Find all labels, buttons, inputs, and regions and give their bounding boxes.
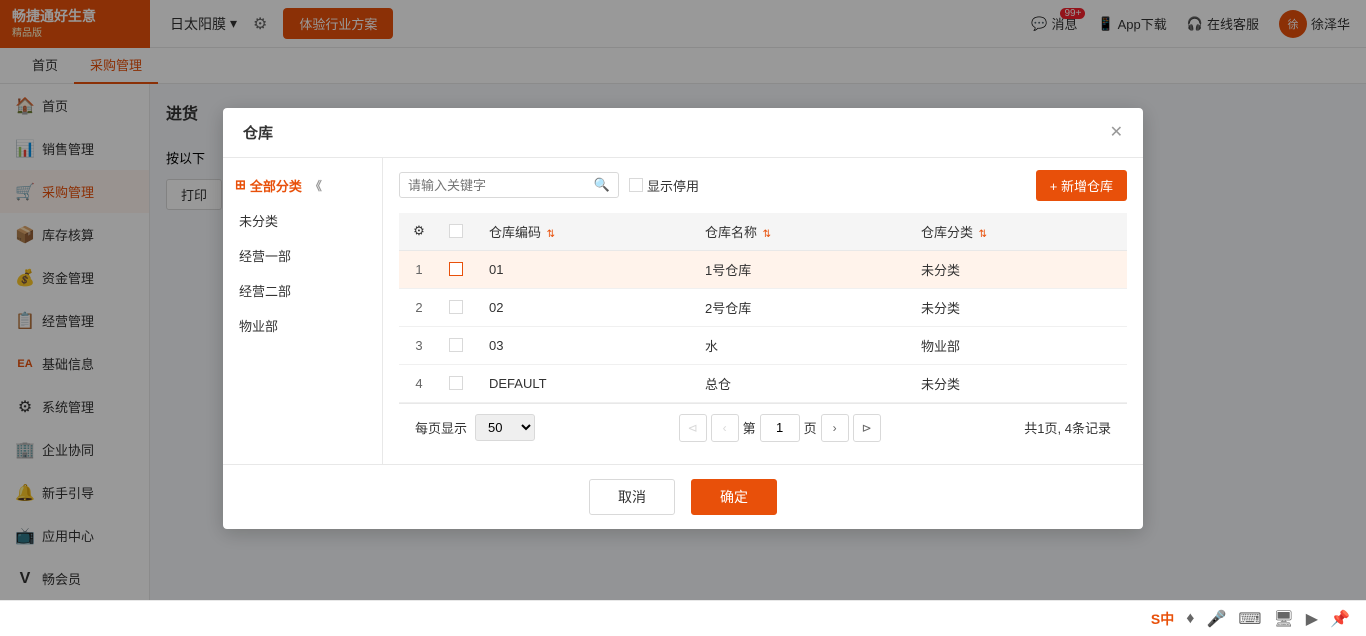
page-prefix: 第 — [743, 418, 756, 437]
grid-icon: ⊞ — [235, 177, 246, 193]
row-checkbox-2[interactable] — [439, 288, 479, 326]
warehouse-table: ⚙ 仓库编码 ⇅ 仓库名称 — [399, 213, 1127, 403]
modal-toolbar: 🔍 显示停用 + 新增仓库 — [399, 170, 1127, 201]
bottom-logo-icon[interactable]: S中 — [1151, 609, 1174, 629]
confirm-button[interactable]: 确定 — [691, 479, 777, 515]
col-category-sort-icon: ⇅ — [979, 229, 987, 240]
col-name-sort-icon: ⇅ — [763, 229, 771, 240]
bottom-monitor-icon[interactable]: 🖥 — [1273, 609, 1293, 629]
col-gear-icon: ⚙ — [413, 223, 425, 238]
table-row[interactable]: 1 01 1号仓库 未分类 — [399, 250, 1127, 288]
next-page-btn[interactable]: › — [821, 414, 849, 442]
select-all-checkbox[interactable] — [449, 224, 463, 238]
table-row[interactable]: 2 02 2号仓库 未分类 — [399, 288, 1127, 326]
modal-category-sidebar: ⊞ 全部分类 《 未分类 经营一部 经营二部 物业部 — [223, 158, 383, 464]
row-name-2: 2号仓库 — [695, 288, 911, 326]
col-checkbox — [439, 213, 479, 251]
row-num-1: 1 — [399, 250, 439, 288]
col-category-label: 仓库分类 — [921, 225, 973, 240]
category-unclassified-label: 未分类 — [239, 214, 278, 229]
table-header-row: ⚙ 仓库编码 ⇅ 仓库名称 — [399, 213, 1127, 251]
total-records: 共1页, 4条记录 — [1024, 418, 1111, 437]
modal-close-button[interactable]: ✕ — [1110, 122, 1123, 142]
category-ops-dept1[interactable]: 经营一部 — [223, 238, 382, 273]
row-category-3: 物业部 — [911, 326, 1127, 364]
show-disabled-label: 显示停用 — [647, 176, 699, 195]
row-2-checkbox[interactable] — [449, 300, 463, 314]
modal-title: 仓库 — [243, 122, 273, 143]
row-checkbox-1[interactable] — [439, 250, 479, 288]
row-category-1: 未分类 — [911, 250, 1127, 288]
table-row[interactable]: 4 DEFAULT 总仓 未分类 — [399, 364, 1127, 402]
col-gear: ⚙ — [399, 213, 439, 251]
row-category-4: 未分类 — [911, 364, 1127, 402]
row-name-1: 1号仓库 — [695, 250, 911, 288]
col-code-sort-icon: ⇅ — [547, 229, 555, 240]
search-input[interactable] — [408, 178, 588, 193]
category-unclassified[interactable]: 未分类 — [223, 203, 382, 238]
show-disabled-checkbox[interactable] — [629, 178, 643, 192]
last-page-btn[interactable]: ⊳ — [853, 414, 881, 442]
category-property-dept[interactable]: 物业部 — [223, 308, 382, 343]
row-name-4: 总仓 — [695, 364, 911, 402]
bottombar: S中 ♦ 🎤 ⌨ 🖥 ▶ 📌 — [0, 600, 1366, 636]
row-code-4: DEFAULT — [479, 364, 695, 402]
per-page-select[interactable]: 50 20 100 — [475, 414, 535, 441]
bottom-keyboard-icon[interactable]: ⌨ — [1238, 609, 1261, 629]
pagination-area: 每页显示 50 20 100 ⊲ ‹ 第 页 › ⊳ — [399, 403, 1127, 452]
row-code-1: 01 — [479, 250, 695, 288]
category-ops1-label: 经营一部 — [239, 249, 291, 264]
add-warehouse-button[interactable]: + 新增仓库 — [1036, 170, 1127, 201]
page-suffix: 页 — [804, 418, 817, 437]
bottom-mic-icon[interactable]: 🎤 — [1206, 609, 1226, 629]
col-category: 仓库分类 ⇅ — [911, 213, 1127, 251]
row-num-4: 4 — [399, 364, 439, 402]
row-num-3: 3 — [399, 326, 439, 364]
category-ops2-label: 经营二部 — [239, 284, 291, 299]
col-name-label: 仓库名称 — [705, 225, 757, 240]
row-category-2: 未分类 — [911, 288, 1127, 326]
page-number-input[interactable] — [760, 414, 800, 442]
col-code: 仓库编码 ⇅ — [479, 213, 695, 251]
category-property-label: 物业部 — [239, 319, 278, 334]
show-disabled-toggle[interactable]: 显示停用 — [629, 176, 699, 195]
row-checkbox-3[interactable] — [439, 326, 479, 364]
bottom-pin-icon[interactable]: 📌 — [1330, 609, 1350, 629]
modal-overlay: 仓库 ✕ ⊞ 全部分类 《 未分类 经营一部 经营二部 — [0, 0, 1366, 636]
col-name: 仓库名称 ⇅ — [695, 213, 911, 251]
row-num-2: 2 — [399, 288, 439, 326]
row-3-checkbox[interactable] — [449, 338, 463, 352]
search-icon[interactable]: 🔍 — [594, 177, 610, 193]
collapse-btn[interactable]: 《 — [306, 177, 326, 194]
modal-body: ⊞ 全部分类 《 未分类 经营一部 经营二部 物业部 — [223, 158, 1143, 464]
prev-page-btn[interactable]: ‹ — [711, 414, 739, 442]
warehouse-modal: 仓库 ✕ ⊞ 全部分类 《 未分类 经营一部 经营二部 — [223, 108, 1143, 529]
category-ops-dept2[interactable]: 经营二部 — [223, 273, 382, 308]
first-page-btn[interactable]: ⊲ — [679, 414, 707, 442]
modal-content: 🔍 显示停用 + 新增仓库 ⚙ — [383, 158, 1143, 464]
row-1-checkbox[interactable] — [449, 262, 463, 276]
cancel-button[interactable]: 取消 — [589, 479, 675, 515]
all-category-btn[interactable]: ⊞ 全部分类 《 — [223, 168, 382, 203]
all-category-label: 全部分类 — [250, 176, 302, 195]
search-box: 🔍 — [399, 172, 619, 198]
table-row[interactable]: 3 03 水 物业部 — [399, 326, 1127, 364]
row-code-3: 03 — [479, 326, 695, 364]
modal-header: 仓库 ✕ — [223, 108, 1143, 158]
row-code-2: 02 — [479, 288, 695, 326]
row-4-checkbox[interactable] — [449, 376, 463, 390]
modal-action-buttons: 取消 确定 — [223, 464, 1143, 529]
bottom-diamond-icon[interactable]: ♦ — [1186, 610, 1194, 628]
per-page-label: 每页显示 — [415, 418, 467, 437]
col-code-label: 仓库编码 — [489, 225, 541, 240]
pagination: ⊲ ‹ 第 页 › ⊳ — [679, 414, 881, 442]
row-checkbox-4[interactable] — [439, 364, 479, 402]
bottom-play-icon[interactable]: ▶ — [1306, 609, 1318, 629]
row-name-3: 水 — [695, 326, 911, 364]
